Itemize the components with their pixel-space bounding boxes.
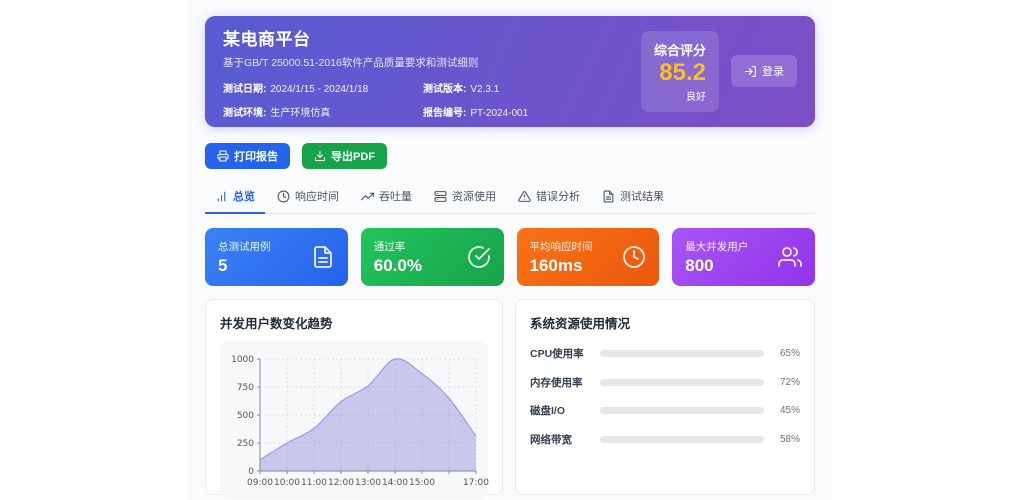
- svg-text:750: 750: [237, 383, 254, 393]
- trending-up-icon: [361, 190, 374, 203]
- resource-label: 网络带宽: [530, 433, 572, 446]
- svg-text:17:00: 17:00: [463, 478, 489, 488]
- meta-test-env: 测试环境: 生产环境仿真: [223, 107, 331, 119]
- score-grade: 良好: [686, 91, 706, 103]
- meta-test-version: 测试版本: V2.3.1: [423, 83, 500, 95]
- resource-row-disk-io: 磁盘I/O 45%: [530, 403, 800, 418]
- page-title: 某电商平台: [223, 29, 311, 49]
- stat-value: 60.0%: [373, 255, 422, 275]
- bottom-panels: 并发用户数变化趋势 0 250 500 750 1000 09:00 10:00 11:00 1…: [205, 299, 815, 499]
- score-label: 综合评分: [653, 43, 706, 59]
- document-icon: [311, 245, 335, 269]
- progress-track: [600, 407, 764, 414]
- tab-resource-usage[interactable]: 资源使用: [424, 182, 506, 214]
- svg-text:15:00: 15:00: [409, 478, 435, 488]
- progress-track: [600, 350, 764, 357]
- stat-label: 总测试用例: [218, 240, 271, 253]
- action-bar: 打印报告 导出PDF: [205, 143, 815, 169]
- tab-error-analysis-label: 错误分析: [536, 191, 580, 203]
- tab-test-results[interactable]: 测试结果: [592, 182, 674, 214]
- svg-text:14:00: 14:00: [382, 478, 408, 488]
- resource-rows: CPU使用率 65% 内存使用率 72% 磁盘I/O 45% 网络带宽 58%: [530, 346, 800, 447]
- tab-overview[interactable]: 总览: [205, 182, 265, 214]
- stat-label: 平均响应时间: [529, 240, 593, 253]
- resource-label: CPU使用率: [530, 348, 584, 360]
- clock-icon: [622, 245, 646, 269]
- trend-chart-title: 并发用户数变化趋势: [220, 317, 333, 331]
- overall-score-box: 综合评分 85.2 良好: [640, 31, 719, 112]
- users-icon: [778, 245, 802, 269]
- report-page: 某电商平台 基于GB/T 25000.51-2016软件产品质量要求和测试细则 …: [187, 0, 833, 500]
- svg-text:1000: 1000: [231, 355, 254, 365]
- resource-usage-panel: 系统资源使用情况 CPU使用率 65% 内存使用率 72% 磁盘I/O 45%: [515, 299, 815, 495]
- trend-chart-box: 0 250 500 750 1000 09:00 10:00 11:00 12:00 13:00 1…: [220, 341, 489, 499]
- trend-chart-panel: 并发用户数变化趋势 0 250 500 750 1000 09:00 10:00 11:00 1…: [205, 299, 503, 499]
- resource-label: 磁盘I/O: [530, 405, 566, 417]
- stat-card-pass-rate: 通过率 60.0%: [360, 228, 504, 286]
- trend-chart: 0250500750100009:00 10:00 11:00 12:00 13:00 1…: [231, 355, 489, 488]
- tab-error-analysis[interactable]: 错误分析: [508, 182, 590, 214]
- resource-row-memory: 内存使用率 72%: [530, 375, 800, 390]
- resource-percent: 58%: [779, 433, 800, 445]
- download-icon: [314, 150, 326, 162]
- svg-text:0: 0: [248, 467, 254, 477]
- resource-label: 内存使用率: [530, 376, 583, 389]
- tab-test-results-label: 测试结果: [620, 191, 664, 203]
- resource-percent: 45%: [779, 405, 800, 416]
- report-header: 某电商平台 基于GB/T 25000.51-2016软件产品质量要求和测试细则 …: [205, 16, 815, 127]
- svg-text:09:00: 09:00: [247, 478, 273, 488]
- stat-card-total-cases: 总测试用例 5: [205, 228, 348, 286]
- login-button[interactable]: 登录: [731, 55, 797, 88]
- tab-resource-usage-label: 资源使用: [452, 191, 496, 203]
- resource-usage-title: 系统资源使用情况: [530, 317, 631, 331]
- report-header-info: 某电商平台 基于GB/T 25000.51-2016软件产品质量要求和测试细则 …: [223, 25, 528, 119]
- svg-text:12:00: 12:00: [328, 478, 354, 488]
- tab-overview-label: 总览: [233, 191, 255, 203]
- stat-cards: 总测试用例 5 通过率 60.0% 平均响应时间 160ms 最大并发用户 80…: [205, 228, 815, 286]
- export-pdf-button[interactable]: 导出PDF: [302, 143, 387, 169]
- resource-percent: 72%: [779, 376, 800, 388]
- test-meta: 测试日期: 2024/1/15 - 2024/1/18 测试版本: V2.3.1 测…: [223, 80, 528, 119]
- svg-text:250: 250: [237, 439, 254, 449]
- resource-percent: 65%: [779, 348, 800, 359]
- bar-chart-icon: [215, 190, 228, 203]
- stat-value: 5: [218, 255, 228, 275]
- stat-card-avg-response: 平均响应时间 160ms: [516, 228, 660, 286]
- clock-icon: [277, 190, 290, 203]
- export-pdf-label: 导出PDF: [331, 151, 375, 163]
- meta-test-date: 测试日期: 2024/1/15 - 2024/1/18: [223, 83, 369, 95]
- progress-track: [600, 378, 764, 386]
- svg-text:11:00: 11:00: [301, 478, 327, 488]
- stat-value: 160ms: [529, 255, 583, 275]
- printer-icon: [217, 150, 229, 162]
- report-header-right: 综合评分 85.2 良好 登录: [640, 31, 797, 112]
- tab-response-time-label: 响应时间: [295, 191, 339, 203]
- tab-response-time[interactable]: 响应时间: [267, 182, 349, 214]
- stat-label: 通过率: [373, 240, 406, 253]
- check-circle-icon: [467, 245, 491, 269]
- print-report-label: 打印报告: [234, 151, 278, 163]
- resource-row-network: 网络带宽 58%: [530, 432, 800, 447]
- tab-throughput-label: 吞吐量: [379, 191, 412, 203]
- report-tabs: 总览 响应时间 吞吐量 资源使用 错误分析 测试结果: [205, 182, 815, 214]
- svg-text:500: 500: [237, 411, 254, 421]
- file-text-icon: [602, 190, 615, 203]
- score-value: 85.2: [659, 59, 706, 87]
- alert-triangle-icon: [518, 190, 531, 203]
- log-in-icon: [744, 65, 757, 78]
- meta-report-no: 报告编号: PT-2024-001: [423, 107, 529, 119]
- resource-row-cpu: CPU使用率 65%: [530, 346, 800, 361]
- stat-value: 800: [685, 255, 714, 275]
- login-button-label: 登录: [762, 66, 784, 79]
- svg-text:10:00: 10:00: [274, 478, 300, 488]
- stat-card-max-users: 最大并发用户 800: [672, 228, 815, 286]
- progress-track: [600, 435, 764, 443]
- server-icon: [434, 190, 447, 203]
- page-subtitle: 基于GB/T 25000.51-2016软件产品质量要求和测试细则: [223, 56, 479, 69]
- tab-throughput[interactable]: 吞吐量: [351, 182, 422, 214]
- print-report-button[interactable]: 打印报告: [205, 143, 290, 169]
- svg-text:13:00: 13:00: [355, 478, 381, 488]
- stat-label: 最大并发用户: [685, 240, 749, 253]
